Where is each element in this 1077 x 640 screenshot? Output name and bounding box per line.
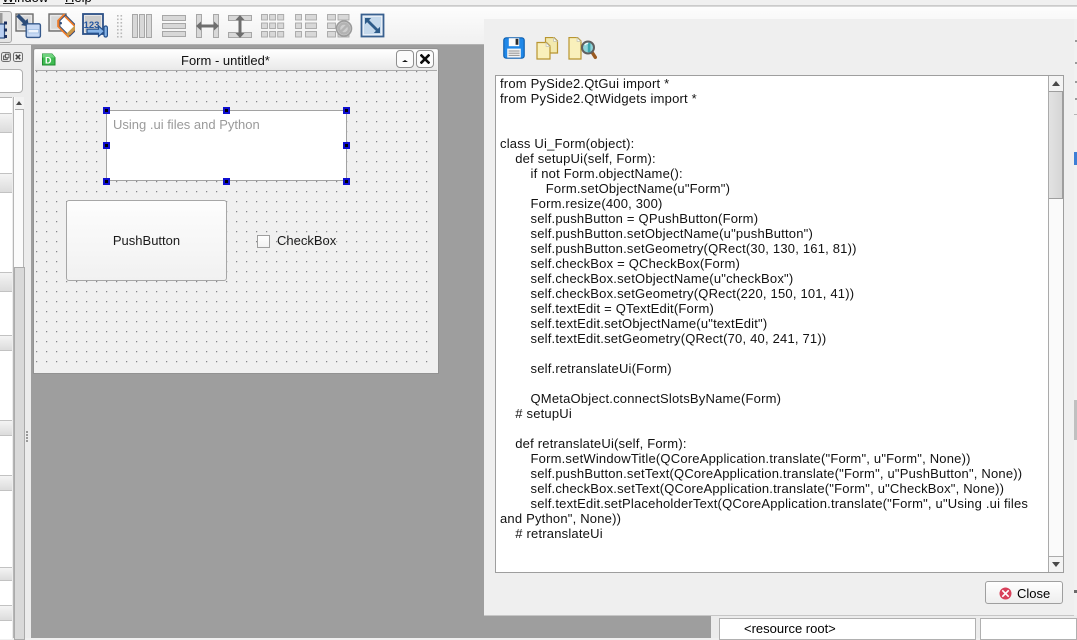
svg-text:D: D [45, 56, 52, 66]
